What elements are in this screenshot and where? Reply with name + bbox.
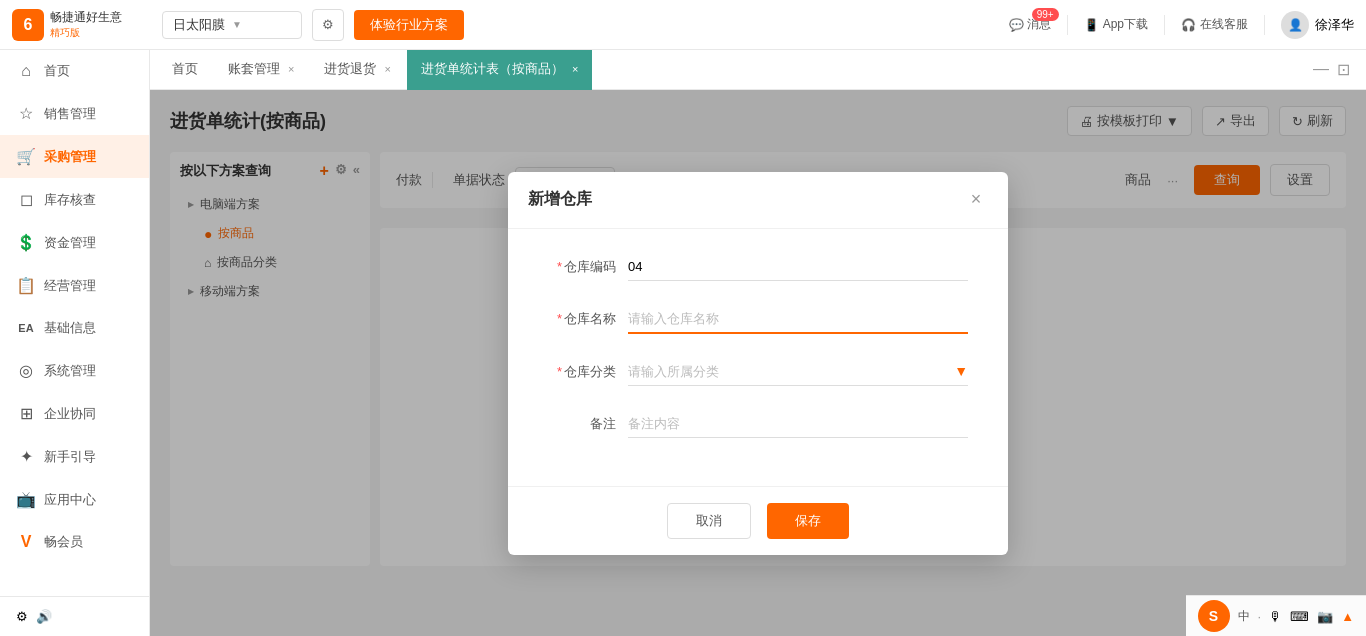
- keyboard-icon[interactable]: ⌨: [1290, 609, 1309, 624]
- tab-close-account[interactable]: ×: [288, 63, 294, 75]
- tab-maximize-button[interactable]: ⊡: [1337, 60, 1350, 79]
- sidebar-item-system[interactable]: ◎ 系统管理: [0, 349, 149, 392]
- trial-button[interactable]: 体验行业方案: [354, 10, 464, 40]
- tab-close-purchase-return[interactable]: ×: [384, 63, 390, 75]
- speaker-icon[interactable]: 🔊: [36, 609, 52, 624]
- phone-icon: 📱: [1084, 18, 1099, 32]
- divider2: [1164, 15, 1165, 35]
- logo-text: 畅捷通好生意 精巧版: [50, 10, 122, 39]
- modal-close-button[interactable]: ×: [964, 188, 988, 212]
- home-icon: ⌂: [16, 62, 36, 80]
- save-button[interactable]: 保存: [767, 503, 849, 539]
- sidebar-item-home[interactable]: ⌂ 首页: [0, 50, 149, 92]
- sidebar-item-purchase[interactable]: 🛒 采购管理: [0, 135, 149, 178]
- purchase-icon: 🛒: [16, 147, 36, 166]
- remark-label: 备注: [548, 415, 628, 433]
- name-label: 仓库名称: [548, 310, 628, 328]
- cancel-button[interactable]: 取消: [667, 503, 751, 539]
- main-layout: ⌂ 首页 ☆ 销售管理 🛒 采购管理 ◻ 库存核查 💲 资金管理 📋 经营管理: [0, 50, 1366, 636]
- header-middle: 日太阳膜 ▼ ⚙ 体验行业方案: [162, 9, 1009, 41]
- enterprise-icon: ⊞: [16, 404, 36, 423]
- store-dropdown-arrow: ▼: [232, 19, 291, 30]
- mic-icon[interactable]: 🎙: [1269, 609, 1282, 624]
- modal-new-warehouse: 新增仓库 × 仓库编码 仓库名称: [508, 172, 1008, 555]
- category-select-row: ▼: [628, 358, 968, 386]
- tab-purchase-stat[interactable]: 进货单统计表（按商品） ×: [407, 50, 592, 90]
- basic-icon: EA: [16, 322, 36, 334]
- header-right: 💬 消息 99+ 📱 App下载 🎧 在线客服 👤 徐泽华: [1009, 11, 1354, 39]
- sidebar-item-inventory[interactable]: ◻ 库存核查: [0, 178, 149, 221]
- tab-actions: — ⊡: [1305, 60, 1358, 79]
- sidebar-bottom: ⚙ 🔊: [0, 596, 149, 636]
- dot-separator: ·: [1258, 609, 1262, 624]
- modal-footer: 取消 保存: [508, 486, 1008, 555]
- app-download-button[interactable]: 📱 App下载: [1084, 16, 1148, 33]
- top-header: 6 畅捷通好生意 精巧版 日太阳膜 ▼ ⚙ 体验行业方案 💬 消息 99+ 📱 …: [0, 0, 1366, 50]
- remark-input[interactable]: [628, 410, 968, 438]
- form-row-code: 仓库编码: [548, 253, 968, 281]
- logo-icon: 6: [12, 9, 44, 41]
- content-area: 首页 账套管理 × 进货退货 × 进货单统计表（按商品） × — ⊡: [150, 50, 1366, 636]
- app-center-icon: 📺: [16, 490, 36, 509]
- username: 徐泽华: [1315, 16, 1354, 34]
- user-area[interactable]: 👤 徐泽华: [1281, 11, 1354, 39]
- settings-button[interactable]: ⚙: [312, 9, 344, 41]
- divider3: [1264, 15, 1265, 35]
- notification-badge: 99+: [1032, 8, 1059, 21]
- online-service-button[interactable]: 🎧 在线客服: [1181, 16, 1248, 33]
- tab-home[interactable]: 首页: [158, 50, 212, 90]
- chinese-char: 中: [1238, 608, 1250, 625]
- category-label: 仓库分类: [548, 363, 628, 381]
- code-input[interactable]: [628, 253, 968, 281]
- settings-bottom-icon[interactable]: ⚙: [16, 609, 28, 624]
- category-input[interactable]: [628, 358, 954, 385]
- modal-overlay: 新增仓库 × 仓库编码 仓库名称: [150, 90, 1366, 636]
- tab-purchase-return[interactable]: 进货退货 ×: [310, 50, 404, 90]
- store-selector[interactable]: 日太阳膜 ▼: [162, 11, 302, 39]
- sidebar-item-newbie[interactable]: ✦ 新手引导: [0, 435, 149, 478]
- tab-close-purchase-stat[interactable]: ×: [572, 63, 578, 75]
- sidebar-item-app-center[interactable]: 📺 应用中心: [0, 478, 149, 521]
- sidebar-item-sales[interactable]: ☆ 销售管理: [0, 92, 149, 135]
- category-dropdown-arrow[interactable]: ▼: [954, 363, 968, 379]
- form-row-category: 仓库分类 ▼: [548, 358, 968, 386]
- user-avatar: 👤: [1281, 11, 1309, 39]
- form-row-remark: 备注: [548, 410, 968, 438]
- tab-account[interactable]: 账套管理 ×: [214, 50, 308, 90]
- sidebar-item-enterprise[interactable]: ⊞ 企业协同: [0, 392, 149, 435]
- page-content: 进货单统计(按商品) 🖨 按模板打印 ▼ ↗ 导出 ↻ 刷新: [150, 90, 1366, 636]
- capital-icon: 💲: [16, 233, 36, 252]
- notification-button[interactable]: 💬 消息 99+: [1009, 16, 1051, 33]
- tab-bar: 首页 账套管理 × 进货退货 × 进货单统计表（按商品） × — ⊡: [150, 50, 1366, 90]
- logo-area: 6 畅捷通好生意 精巧版: [12, 9, 162, 41]
- name-input[interactable]: [628, 305, 968, 334]
- inventory-icon: ◻: [16, 190, 36, 209]
- operation-icon: 📋: [16, 276, 36, 295]
- sidebar-item-vip[interactable]: V 畅会员: [0, 521, 149, 563]
- code-label: 仓库编码: [548, 258, 628, 276]
- camera-icon[interactable]: 📷: [1317, 609, 1333, 624]
- form-row-name: 仓库名称: [548, 305, 968, 334]
- newbie-icon: ✦: [16, 447, 36, 466]
- vip-icon: V: [16, 533, 36, 551]
- sidebar-item-operation[interactable]: 📋 经营管理: [0, 264, 149, 307]
- modal-header: 新增仓库 ×: [508, 172, 1008, 229]
- divider: [1067, 15, 1068, 35]
- bottom-status-bar: S 中 · 🎙 ⌨ 📷 ▲: [1186, 595, 1367, 636]
- sidebar-item-basic[interactable]: EA 基础信息: [0, 307, 149, 349]
- modal-body: 仓库编码 仓库名称 仓库分类 ▼: [508, 229, 1008, 486]
- system-icon: ◎: [16, 361, 36, 380]
- modal-title: 新增仓库: [528, 189, 592, 210]
- headset-icon: 🎧: [1181, 18, 1196, 32]
- upload-icon[interactable]: ▲: [1341, 609, 1354, 624]
- sidebar-item-capital[interactable]: 💲 资金管理: [0, 221, 149, 264]
- tab-minimize-button[interactable]: —: [1313, 60, 1329, 79]
- s-logo: S: [1198, 600, 1230, 632]
- sidebar: ⌂ 首页 ☆ 销售管理 🛒 采购管理 ◻ 库存核查 💲 资金管理 📋 经营管理: [0, 50, 150, 636]
- sales-icon: ☆: [16, 104, 36, 123]
- message-icon: 💬: [1009, 18, 1024, 32]
